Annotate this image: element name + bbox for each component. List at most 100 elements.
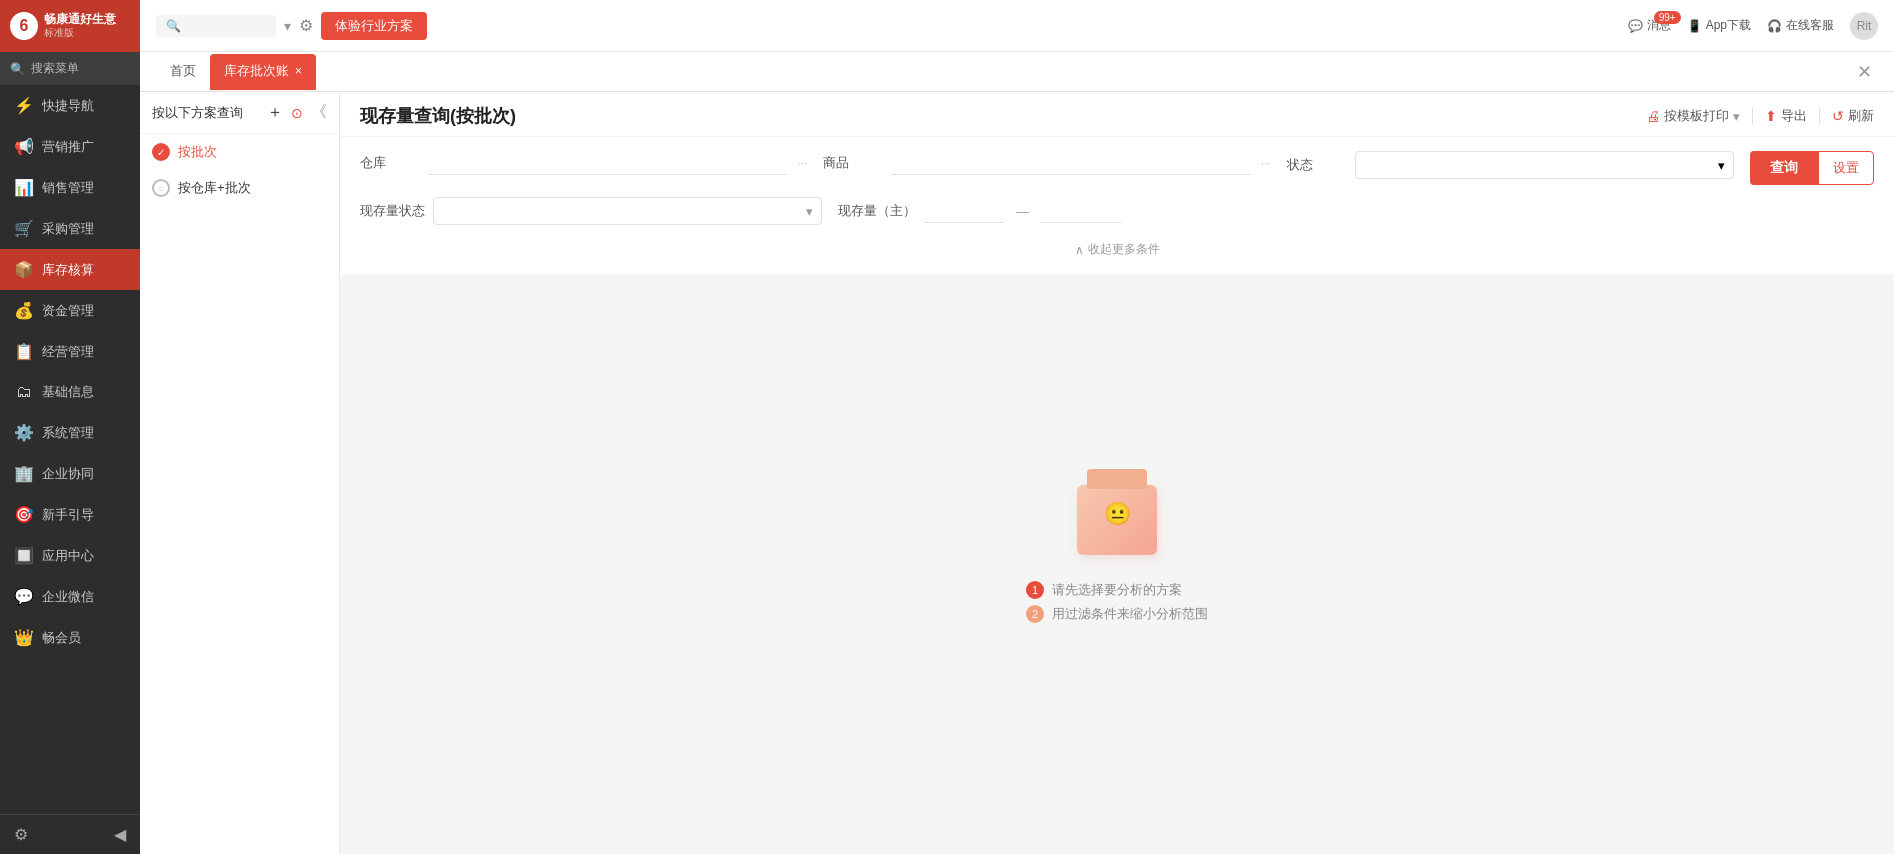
inventory-icon: 📦 <box>14 260 34 279</box>
member-icon: 👑 <box>14 628 34 647</box>
tab-home-label: 首页 <box>170 62 196 80</box>
edition-label: 标准版 <box>44 26 116 40</box>
left-panel: 按以下方案查询 ＋ ⊙ 《 ✓ 按批次 ○ 按仓库+批次 <box>140 92 340 854</box>
topbar-search-icon: 🔍 <box>166 19 181 33</box>
close-all-tabs-btn[interactable]: ✕ <box>1851 61 1878 83</box>
print-dropdown-icon[interactable]: ▾ <box>1733 109 1740 124</box>
system-icon: ⚙️ <box>14 423 34 442</box>
hint-number-1: 1 <box>1026 581 1044 599</box>
online-service-action[interactable]: 🎧 在线客服 <box>1767 17 1834 34</box>
sidebar-item-member[interactable]: 👑 畅会员 <box>0 617 140 658</box>
messages-action[interactable]: 💬 消息 99+ <box>1628 17 1671 34</box>
purchase-icon: 🛒 <box>14 219 34 238</box>
topbar-left: 🔍 ▾ ⚙ 体验行业方案 <box>156 12 427 40</box>
status-label: 状态 <box>1287 156 1347 174</box>
product-label: 商品 <box>823 154 883 172</box>
sidebar-item-system[interactable]: ⚙️ 系统管理 <box>0 412 140 453</box>
sidebar-item-quick-nav[interactable]: ⚡ 快捷导航 <box>0 85 140 126</box>
qty-to-input[interactable] <box>1041 199 1121 223</box>
tab-close-icon[interactable]: × <box>295 64 302 78</box>
app-title-wrap: 畅康通好生意 标准版 <box>44 12 116 40</box>
schema-batch-icon: ✓ <box>152 143 170 161</box>
sidebar-item-finance[interactable]: 💰 资金管理 <box>0 290 140 331</box>
messages-icon: 💬 <box>1628 19 1643 33</box>
avatar: Rit <box>1850 12 1878 40</box>
divider-1 <box>1752 108 1753 124</box>
warehouse-label: 仓库 <box>360 154 420 172</box>
sidebar-item-app-center[interactable]: 🔲 应用中心 <box>0 535 140 576</box>
tab-inventory-batch[interactable]: 库存批次账 × <box>210 54 316 90</box>
right-main: 现存量查询(按批次) 🖨 按模板打印 ▾ ⬆ 导出 ↺ 刷 <box>340 92 1894 854</box>
product-more-icon[interactable]: ··· <box>1261 156 1271 170</box>
product-input[interactable] <box>891 151 1250 175</box>
schema-batch-label: 按批次 <box>178 143 217 161</box>
qty-dash: — <box>1012 204 1033 219</box>
sidebar-item-inventory[interactable]: 📦 库存核算 <box>0 249 140 290</box>
refresh-icon: ↺ <box>1832 108 1844 124</box>
collapse-label: 收起更多条件 <box>1088 241 1160 258</box>
left-panel-header: 按以下方案查询 ＋ ⊙ 《 <box>140 92 339 134</box>
sidebar-search[interactable]: 🔍 搜索菜单 <box>0 52 140 85</box>
topbar-search-box[interactable]: 🔍 <box>156 15 276 37</box>
refresh-btn[interactable]: ↺ 刷新 <box>1832 107 1874 125</box>
app-download-action[interactable]: 📱 App下载 <box>1687 17 1751 34</box>
print-icon: 🖨 <box>1646 108 1660 124</box>
tab-inventory-batch-label: 库存批次账 <box>224 62 289 80</box>
sidebar-item-label: 畅会员 <box>42 629 81 647</box>
topbar-right: 💬 消息 99+ 📱 App下载 🎧 在线客服 Rit <box>1628 12 1878 40</box>
inventory-qty-label: 现存量（主） <box>838 202 916 220</box>
settings-btn[interactable]: 设置 <box>1818 151 1874 185</box>
sidebar-item-enterprise[interactable]: 🏢 企业协同 <box>0 453 140 494</box>
schema-item-batch[interactable]: ✓ 按批次 <box>140 134 339 170</box>
collapse-up-icon: ∧ <box>1075 243 1084 257</box>
trial-btn[interactable]: 体验行业方案 <box>321 12 427 40</box>
sidebar-item-wechat[interactable]: 💬 企业微信 <box>0 576 140 617</box>
left-panel-title: 按以下方案查询 <box>152 104 243 122</box>
collapse-sidebar-icon[interactable]: ◀ <box>114 825 126 844</box>
topbar-dropdown-icon[interactable]: ▾ <box>284 18 291 34</box>
status-select[interactable]: ▾ <box>1355 151 1734 179</box>
topbar-settings-icon[interactable]: ⚙ <box>299 16 313 35</box>
user-avatar-action[interactable]: Rit <box>1850 12 1878 40</box>
sidebar-item-label: 新手引导 <box>42 506 94 524</box>
warehouse-input[interactable] <box>428 151 787 175</box>
sidebar-search-label: 搜索菜单 <box>31 60 79 77</box>
divider-2 <box>1819 108 1820 124</box>
empty-state: 😐 1 请先选择要分析的方案 2 用过滤条件来缩小分析范围 <box>340 274 1894 854</box>
wechat-icon: 💬 <box>14 587 34 606</box>
export-btn[interactable]: ⬆ 导出 <box>1765 107 1807 125</box>
quick-nav-icon: ⚡ <box>14 96 34 115</box>
add-schema-icon[interactable]: ＋ <box>267 102 283 123</box>
sidebar-item-purchase[interactable]: 🛒 采购管理 <box>0 208 140 249</box>
sidebar-item-sales[interactable]: 📊 销售管理 <box>0 167 140 208</box>
qty-from-input[interactable] <box>924 199 1004 223</box>
manage-schema-icon[interactable]: ⊙ <box>291 105 303 121</box>
schema-warehouse-batch-label: 按仓库+批次 <box>178 179 251 197</box>
sidebar-item-label: 销售管理 <box>42 179 94 197</box>
empty-box: 😐 <box>1077 485 1157 555</box>
online-service-label: 在线客服 <box>1786 17 1834 34</box>
inventory-status-select[interactable]: ▾ <box>433 197 822 225</box>
schema-item-warehouse-batch[interactable]: ○ 按仓库+批次 <box>140 170 339 206</box>
print-btn[interactable]: 🖨 按模板打印 ▾ <box>1646 107 1740 125</box>
sidebar-item-label: 采购管理 <box>42 220 94 238</box>
query-btn[interactable]: 查询 <box>1750 151 1818 185</box>
sidebar-item-label: 资金管理 <box>42 302 94 320</box>
tab-home[interactable]: 首页 <box>156 54 210 90</box>
collapse-left-panel-icon[interactable]: 《 <box>311 102 327 123</box>
sidebar-item-label: 库存核算 <box>42 261 94 279</box>
page-header-actions: 🖨 按模板打印 ▾ ⬆ 导出 ↺ 刷新 <box>1646 107 1874 125</box>
app-download-icon: 📱 <box>1687 19 1702 33</box>
sidebar: 6 畅康通好生意 标准版 🔍 搜索菜单 ⚡ 快捷导航 📢 营销推广 📊 销售管理… <box>0 0 140 854</box>
sidebar-item-marketing[interactable]: 📢 营销推广 <box>0 126 140 167</box>
sidebar-item-basic-info[interactable]: 🗂 基础信息 <box>0 372 140 412</box>
inv-status-arrow: ▾ <box>806 204 813 219</box>
sidebar-item-operations[interactable]: 📋 经营管理 <box>0 331 140 372</box>
company-name: 畅康通好生意 <box>44 12 116 26</box>
hint-item-1: 1 请先选择要分析的方案 <box>1026 581 1208 599</box>
warehouse-more-icon[interactable]: ··· <box>797 156 807 170</box>
settings-footer-icon[interactable]: ⚙ <box>14 825 28 844</box>
basic-info-icon: 🗂 <box>14 383 34 401</box>
collapse-more-btn[interactable]: ∧ 收起更多条件 <box>360 235 1874 264</box>
sidebar-item-newbie[interactable]: 🎯 新手引导 <box>0 494 140 535</box>
